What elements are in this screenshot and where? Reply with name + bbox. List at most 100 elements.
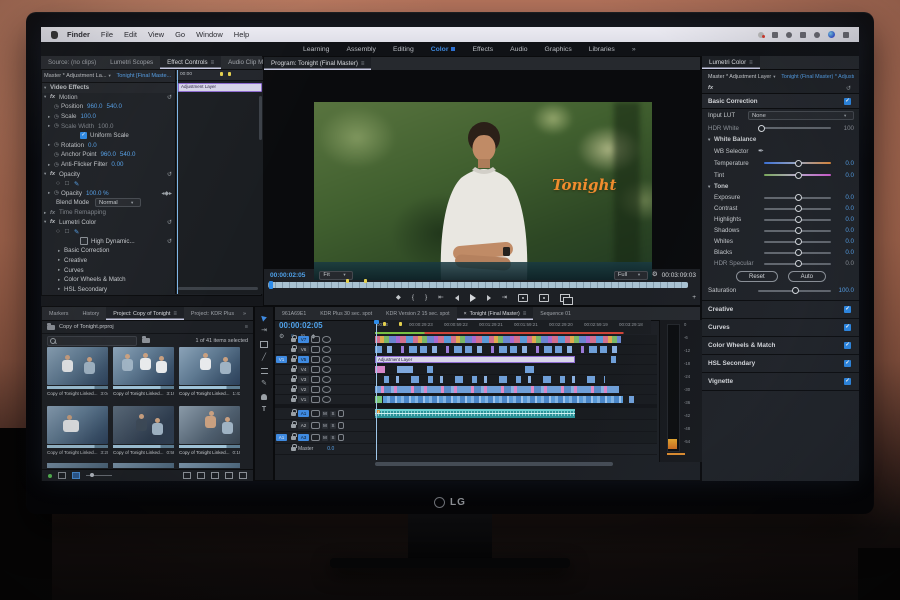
wifi-icon[interactable] <box>814 31 820 38</box>
stopwatch-icon[interactable]: ◷ <box>54 114 61 120</box>
track-v3[interactable]: V3 <box>275 374 657 385</box>
workspace-tab-color[interactable]: Color <box>431 46 456 53</box>
anchor-x-value[interactable]: 960.0 <box>100 151 115 158</box>
track-output-icon[interactable] <box>311 366 320 373</box>
reset-icon[interactable]: ↺ <box>846 85 851 92</box>
battery-icon[interactable] <box>800 31 806 38</box>
ec-color-wheels-row[interactable]: ▸ Color Wheels & Match <box>42 275 175 285</box>
scale-row[interactable]: ▸ ◷ Scale 100.0 <box>42 112 175 122</box>
mark-in-icon[interactable]: { <box>412 293 414 303</box>
contrast-value[interactable]: 0.0 <box>837 205 854 212</box>
ec-hsl-row[interactable]: ▸ HSL Secondary <box>42 284 175 294</box>
track-v6-lane[interactable] <box>375 345 657 354</box>
position-y-value[interactable]: 540.0 <box>107 103 122 110</box>
wrench-icon[interactable]: ⚙ <box>652 270 658 280</box>
thumbnail-scrub-bar[interactable] <box>113 444 174 448</box>
pen-mask-icon[interactable]: ✎ <box>74 228 79 236</box>
list-item[interactable]: Copy of Tonight Linked...3:19 <box>113 347 174 400</box>
tab-project-kdr[interactable]: Project: KDR Plus 15 sec <box>184 307 236 320</box>
eye-icon[interactable] <box>322 366 331 373</box>
new-bin-icon[interactable] <box>211 472 219 479</box>
track-a1[interactable]: A1 M S <box>275 408 657 420</box>
mic-icon[interactable] <box>338 410 344 417</box>
uniform-scale-row[interactable]: ✓ Uniform Scale <box>42 131 175 141</box>
razor-tool[interactable]: ╱ <box>260 354 268 362</box>
tab-sequence-961a69e1[interactable]: 961A69E1 <box>275 307 313 320</box>
exposure-value[interactable]: 0.0 <box>837 194 854 201</box>
timeline-timecode[interactable]: 00:00:02:05 <box>279 321 323 330</box>
marker-icon[interactable] <box>364 279 367 283</box>
effect-controls-timeline[interactable]: 00:00 Adjustment Layer <box>175 70 268 294</box>
program-timecode[interactable]: 00:00:02:05 <box>270 272 305 279</box>
scale-width-row[interactable]: ▸ ◷ Scale Width 100.0 <box>42 121 175 131</box>
track-v3-lane[interactable] <box>375 375 657 384</box>
keyframe-nav-icons[interactable]: ◂◆▸ <box>161 190 172 197</box>
eye-icon[interactable] <box>322 376 331 383</box>
track-badge[interactable]: V1 <box>298 396 309 403</box>
track-v7-lane[interactable] <box>375 335 657 344</box>
eyedropper-icon[interactable]: ✒ <box>758 147 764 155</box>
marker-icon[interactable] <box>346 279 349 283</box>
source-patch-badge[interactable]: V1 <box>276 356 287 363</box>
ec-curves-row[interactable]: ▸ Curves <box>42 265 175 275</box>
lumetri-master-label[interactable]: Master * Adjustment Layer <box>708 74 771 80</box>
auto-button[interactable]: Auto <box>787 271 827 282</box>
mute-button[interactable]: M <box>322 410 328 417</box>
stopwatch-icon[interactable]: ◷ <box>54 104 61 110</box>
tab-markers[interactable]: Markers <box>42 307 75 320</box>
slider-knob[interactable] <box>758 124 765 132</box>
lock-icon[interactable] <box>291 344 297 352</box>
stopwatch-icon[interactable]: ◷ <box>54 152 61 158</box>
menu-go[interactable]: Go <box>175 30 185 39</box>
menu-app-name[interactable]: Finder <box>67 30 90 39</box>
timeline-playhead[interactable] <box>376 320 377 460</box>
exposure-slider[interactable] <box>764 194 831 201</box>
ellipse-mask-icon[interactable]: ○ <box>56 180 60 187</box>
timeline-horizontal-scrollbar[interactable] <box>375 462 613 466</box>
white-balance-header[interactable]: ▾ White Balance <box>702 134 859 145</box>
eye-icon[interactable] <box>322 346 331 353</box>
lift-icon[interactable] <box>539 294 550 302</box>
thumbnail-scrub-bar[interactable] <box>47 444 108 448</box>
marker-icon[interactable] <box>228 72 231 76</box>
anchor-point-row[interactable]: ◷ Anchor Point 960.0 540.0 <box>42 150 175 160</box>
lock-icon[interactable] <box>291 374 297 382</box>
hdr-specular-value[interactable]: 0.0 <box>837 260 854 267</box>
fx-lumetri-row[interactable]: ▾ fx Lumetri Color ↺ <box>42 217 175 227</box>
tab-program[interactable]: Program: Tonight (Final Master) ≡ <box>264 57 372 70</box>
play-icon[interactable] <box>469 294 476 302</box>
stopwatch-icon[interactable]: ◷ <box>54 142 61 148</box>
mic-icon[interactable] <box>338 422 344 429</box>
workspace-tab-audio[interactable]: Audio <box>510 46 527 53</box>
track-a3-lane[interactable] <box>375 432 657 443</box>
slider-knob[interactable] <box>794 205 802 212</box>
ec-vertical-scrollbar[interactable] <box>259 96 262 140</box>
audio-clip[interactable] <box>375 409 575 418</box>
screen-record-icon[interactable] <box>758 31 765 38</box>
eye-icon[interactable] <box>322 356 331 363</box>
anti-flicker-row[interactable]: ▸ ◷ Anti-Flicker Filter 0.00 <box>42 160 175 170</box>
filter-bin-icon[interactable]: ≡ <box>245 324 248 330</box>
opacity-value[interactable]: 100.0 % <box>86 190 109 197</box>
track-output-icon[interactable] <box>311 336 320 343</box>
chevron-down-icon[interactable]: ▾ <box>773 74 779 80</box>
workspace-overflow-icon[interactable]: » <box>632 46 636 53</box>
trash-icon[interactable] <box>239 472 247 479</box>
track-badge[interactable]: A2 <box>298 422 309 429</box>
section-enabled-checkbox[interactable]: ✓ <box>844 97 851 105</box>
whites-value[interactable]: 0.0 <box>837 238 854 245</box>
reset-icon[interactable]: ↺ <box>167 171 172 178</box>
export-frame-icon[interactable] <box>518 294 529 302</box>
tab-lumetri-scopes[interactable]: Lumetri Scopes <box>103 56 160 69</box>
track-v7[interactable]: V7 <box>275 334 657 345</box>
list-item[interactable]: Copy of Tonight Linked...3:20 <box>47 405 108 459</box>
go-to-out-icon[interactable]: ⇥ <box>502 293 507 303</box>
track-a2[interactable]: A2 M S <box>275 420 657 432</box>
rect-mask-icon[interactable]: □ <box>65 228 69 235</box>
blend-mode-dropdown[interactable]: Normal ▾ <box>95 198 142 208</box>
track-master[interactable]: Master 0.0 <box>275 444 657 455</box>
solo-button[interactable]: S <box>330 410 336 417</box>
slider-knob[interactable] <box>794 227 802 234</box>
ec-playhead[interactable] <box>177 70 178 294</box>
highlights-value[interactable]: 0.0 <box>837 216 854 223</box>
